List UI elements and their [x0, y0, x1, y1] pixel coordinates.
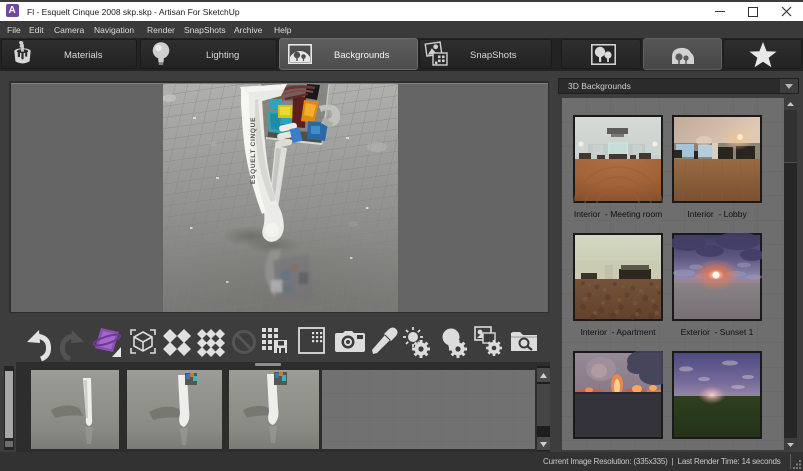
- svg-text:ESQUELT CINQUE: ESQUELT CINQUE: [250, 117, 257, 184]
